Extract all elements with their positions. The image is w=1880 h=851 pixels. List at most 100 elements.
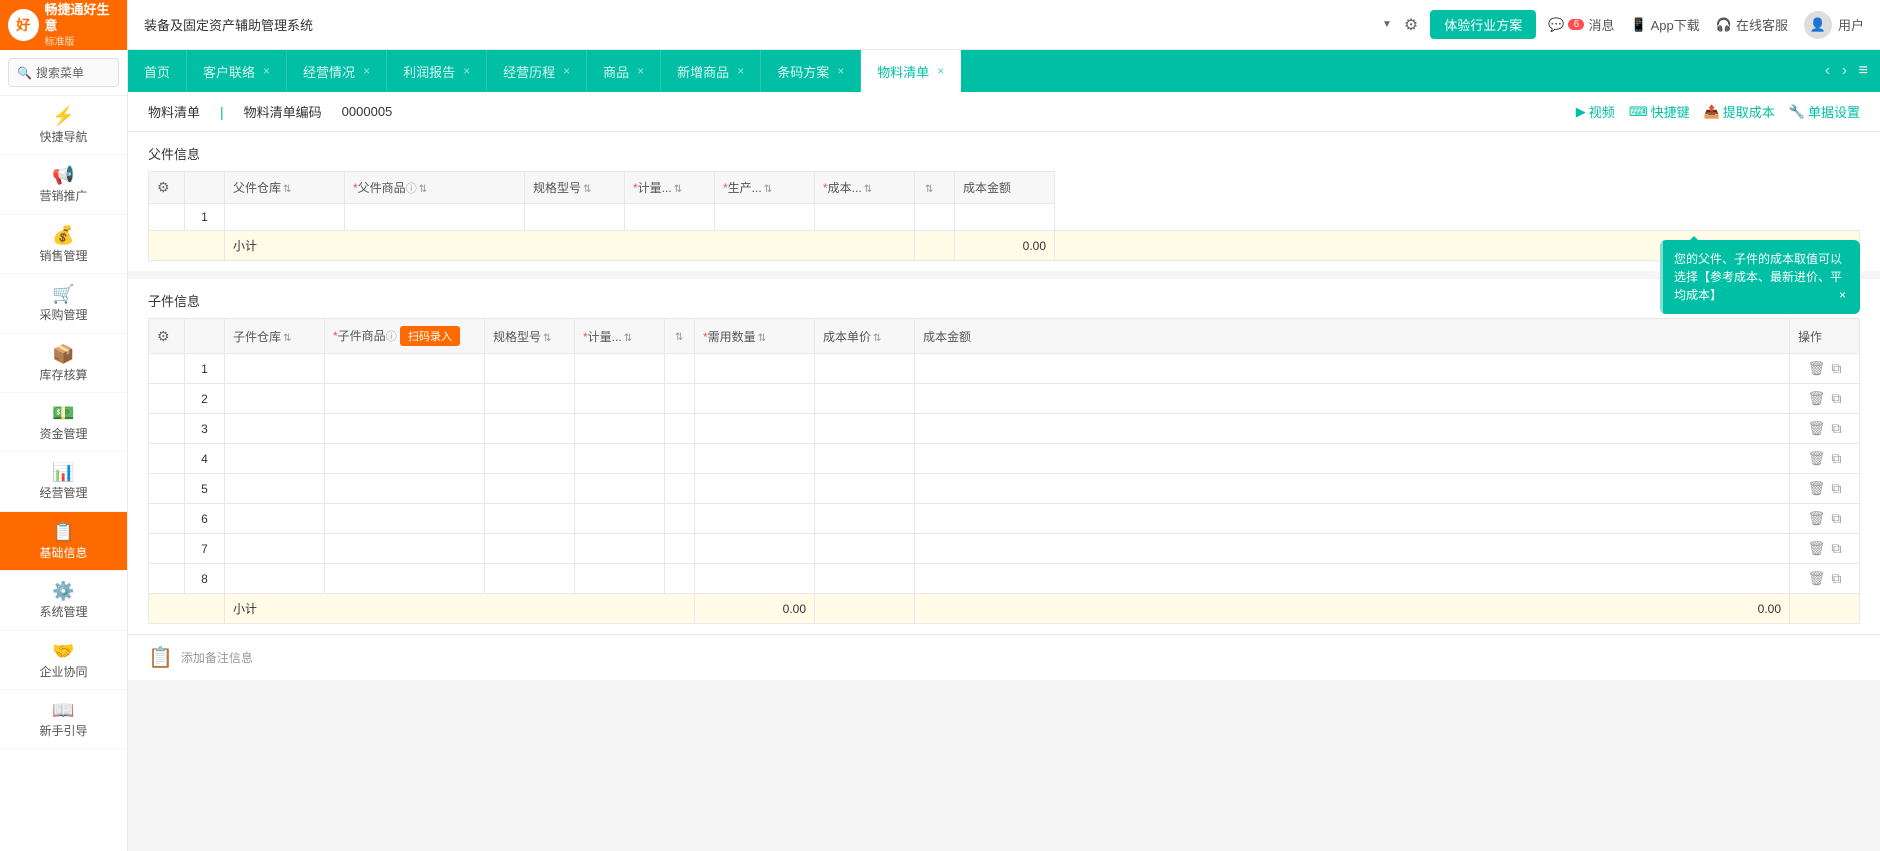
child-row-product-4[interactable] <box>325 474 485 504</box>
tab-profit[interactable]: 利润报告 × <box>387 50 487 92</box>
child-warehouse-sort[interactable]: ⇅ <box>283 333 291 344</box>
child-row-qty-0[interactable] <box>695 354 815 384</box>
sidebar-item-system[interactable]: ⚙️ 系统管理 <box>0 571 127 630</box>
close-tab-ops[interactable]: × <box>363 64 370 78</box>
child-product-info[interactable]: ⓘ <box>386 331 397 343</box>
scan-input-button[interactable]: 扫码录入 <box>400 326 460 346</box>
nav-next-arrow[interactable]: › <box>1838 62 1851 79</box>
close-tab-customer[interactable]: × <box>263 64 270 78</box>
child-row-qty-5[interactable] <box>695 504 815 534</box>
child-row-unit-1[interactable] <box>575 384 665 414</box>
child-row-qty-6[interactable] <box>695 534 815 564</box>
child-row-unit-0[interactable] <box>575 354 665 384</box>
setting-action[interactable]: 🔧 单据设置 <box>1789 102 1860 121</box>
delete-icon-4[interactable]: 🗑 <box>1808 480 1826 497</box>
cost-sort[interactable]: ⇅ <box>864 184 872 195</box>
user-area[interactable]: 👤 用户 <box>1804 11 1864 39</box>
copy-icon-1[interactable]: ⧉ <box>1831 390 1841 407</box>
child-row-unit-3[interactable] <box>575 444 665 474</box>
breadcrumb-main[interactable]: 物料清单 <box>148 102 200 121</box>
tab-history[interactable]: 经营历程 × <box>487 50 587 92</box>
child-row-warehouse-4[interactable] <box>225 474 325 504</box>
tab-bom[interactable]: 物料清单 × <box>861 50 961 92</box>
child-row-price-2[interactable] <box>815 414 915 444</box>
child-row-unit-7[interactable] <box>575 564 665 594</box>
sidebar-item-quicknav[interactable]: ⚡ 快捷导航 <box>0 96 127 155</box>
copy-icon-2[interactable]: ⧉ <box>1831 420 1841 437</box>
child-row-price-4[interactable] <box>815 474 915 504</box>
child-row-warehouse-3[interactable] <box>225 444 325 474</box>
child-row-product-3[interactable] <box>325 444 485 474</box>
child-row-spec-5[interactable] <box>485 504 575 534</box>
parent-row-warehouse[interactable] <box>225 204 345 231</box>
settings-icon[interactable]: ⚙ <box>1404 15 1418 35</box>
message-action[interactable]: 💬 6 消息 <box>1548 15 1614 34</box>
sidebar-item-finance[interactable]: 💵 资金管理 <box>0 393 127 452</box>
tab-new-product[interactable]: 新增商品 × <box>661 50 761 92</box>
child-unit-sort[interactable]: ⇅ <box>624 333 632 344</box>
parent-row-unit[interactable] <box>625 204 715 231</box>
child-row-product-5[interactable] <box>325 504 485 534</box>
system-dropdown-arrow[interactable]: ▼ <box>1382 19 1392 30</box>
child-row-price-6[interactable] <box>815 534 915 564</box>
child-row-qty-1[interactable] <box>695 384 815 414</box>
child-row-warehouse-0[interactable] <box>225 354 325 384</box>
child-settings-gear[interactable]: ⚙ <box>157 328 170 344</box>
child-row-product-7[interactable] <box>325 564 485 594</box>
sidebar-item-operations[interactable]: 📊 经营管理 <box>0 452 127 511</box>
close-all-tabs[interactable]: ≡ <box>1855 58 1872 83</box>
trial-button[interactable]: 体验行业方案 <box>1430 10 1536 39</box>
child-row-price-7[interactable] <box>815 564 915 594</box>
tooltip-close-button[interactable]: × <box>1839 286 1846 304</box>
copy-icon-0[interactable]: ⧉ <box>1831 360 1841 377</box>
delete-icon-3[interactable]: 🗑 <box>1808 450 1826 467</box>
warehouse-sort[interactable]: ⇅ <box>283 184 291 195</box>
child-row-unit-4[interactable] <box>575 474 665 504</box>
child-qty-sort[interactable]: ⇅ <box>758 333 766 344</box>
copy-icon-3[interactable]: ⧉ <box>1831 450 1841 467</box>
child-row-spec-1[interactable] <box>485 384 575 414</box>
delete-icon-1[interactable]: 🗑 <box>1808 390 1826 407</box>
child-row-spec-4[interactable] <box>485 474 575 504</box>
child-row-price-5[interactable] <box>815 504 915 534</box>
child-row-price-1[interactable] <box>815 384 915 414</box>
tab-customer[interactable]: 客户联络 × <box>187 50 287 92</box>
sidebar-item-purchase[interactable]: 🛒 采购管理 <box>0 274 127 333</box>
sidebar-item-sales[interactable]: 💰 销售管理 <box>0 215 127 274</box>
child-row-warehouse-6[interactable] <box>225 534 325 564</box>
delete-icon-6[interactable]: 🗑 <box>1808 540 1826 557</box>
child-row-warehouse-2[interactable] <box>225 414 325 444</box>
tab-product[interactable]: 商品 × <box>587 50 661 92</box>
sidebar-item-guide[interactable]: 📖 新手引导 <box>0 690 127 749</box>
unit-sort[interactable]: ⇅ <box>674 184 682 195</box>
child-row-spec-7[interactable] <box>485 564 575 594</box>
sidebar-item-cooperation[interactable]: 🤝 企业协同 <box>0 631 127 690</box>
copy-icon-4[interactable]: ⧉ <box>1831 480 1841 497</box>
cost-action[interactable]: 📤 提取成本 <box>1704 102 1775 121</box>
child-row-unit-5[interactable] <box>575 504 665 534</box>
delete-icon-7[interactable]: 🗑 <box>1808 570 1826 587</box>
child-row-qty-4[interactable] <box>695 474 815 504</box>
child-row-warehouse-7[interactable] <box>225 564 325 594</box>
copy-icon-6[interactable]: ⧉ <box>1831 540 1841 557</box>
delete-icon-2[interactable]: 🗑 <box>1808 420 1826 437</box>
delete-icon-0[interactable]: 🗑 <box>1808 360 1826 377</box>
produce-sort[interactable]: ⇅ <box>764 184 772 195</box>
parent-row-spec[interactable] <box>525 204 625 231</box>
delete-icon-5[interactable]: 🗑 <box>1808 510 1826 527</box>
child-price-sort[interactable]: ⇅ <box>873 333 881 344</box>
note-icon[interactable]: 📋 <box>148 645 173 670</box>
child-row-spec-2[interactable] <box>485 414 575 444</box>
sidebar-item-inventory[interactable]: 📦 库存核算 <box>0 334 127 393</box>
child-row-price-0[interactable] <box>815 354 915 384</box>
parent-settings-gear[interactable]: ⚙ <box>157 179 170 195</box>
parent-row-cost[interactable] <box>815 204 915 231</box>
copy-icon-7[interactable]: ⧉ <box>1831 570 1841 587</box>
child-row-product-6[interactable] <box>325 534 485 564</box>
parent-row-produce[interactable] <box>715 204 815 231</box>
close-tab-bom[interactable]: × <box>937 64 944 78</box>
close-tab-barcode[interactable]: × <box>837 64 844 78</box>
search-menu-button[interactable]: 🔍 搜索菜单 <box>8 58 119 87</box>
child-row-spec-6[interactable] <box>485 534 575 564</box>
child-row-price-3[interactable] <box>815 444 915 474</box>
